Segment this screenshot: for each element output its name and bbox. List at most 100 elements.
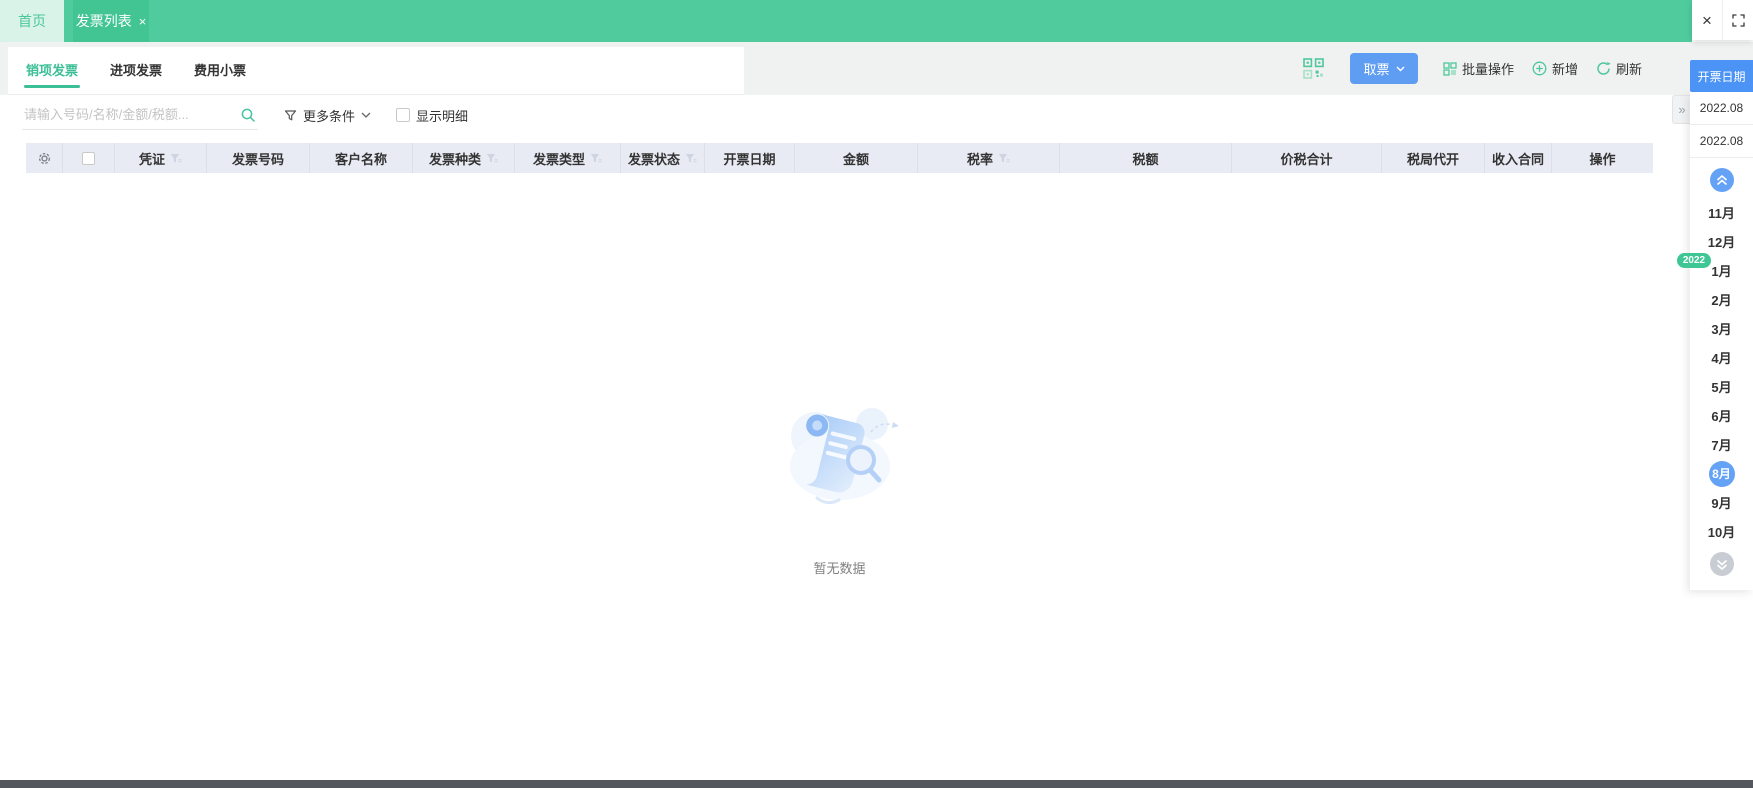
window-tab-invoice-list[interactable]: 发票列表 ×	[73, 0, 149, 42]
empty-illustration	[789, 408, 899, 505]
month-item[interactable]: 7月	[1690, 430, 1753, 459]
column-header-label: 凭证	[138, 151, 165, 167]
month-label: 2月	[1711, 293, 1732, 308]
qr-scan-button[interactable]	[1303, 58, 1324, 79]
column-header: 发票种类	[413, 143, 515, 173]
chevron-down-icon	[1396, 66, 1404, 71]
window-tab-home[interactable]: 首页	[0, 0, 64, 42]
column-header-label: 金额	[842, 151, 869, 167]
column-header: 税率	[918, 143, 1060, 173]
more-conditions-button[interactable]: 更多条件	[284, 95, 371, 135]
double-chevron-down-icon	[1716, 559, 1727, 570]
show-detail-toggle[interactable]: 显示明细	[396, 95, 468, 135]
month-item[interactable]: 8月	[1690, 459, 1753, 488]
column-header-label: 发票种类	[428, 151, 481, 167]
month-label: 12月	[1707, 235, 1736, 250]
table-header: 凭证 发票号码 客户名称 发票种类 发票类型 发票状态 开票日期 金额 税率 税额 价税合计 税局代开…	[26, 143, 1653, 173]
year-badge: 2022	[1677, 253, 1711, 268]
close-window-button[interactable]: ×	[1692, 0, 1722, 40]
chevron-down-icon	[361, 112, 371, 118]
select-all-cell[interactable]	[63, 143, 115, 173]
column-settings-cell[interactable]	[26, 143, 63, 173]
search-input[interactable]	[22, 101, 229, 122]
column-header: 客户名称	[310, 143, 413, 173]
column-header-label: 开票日期	[723, 151, 776, 167]
column-header-label: 收入合同	[1491, 151, 1544, 167]
filter-icon[interactable]	[685, 153, 697, 164]
qr-code-icon	[1303, 58, 1324, 79]
filter-icon[interactable]	[590, 153, 602, 164]
column-header-label: 操作	[1589, 151, 1616, 167]
scroll-down-button[interactable]	[1709, 552, 1734, 576]
month-label: 10月	[1707, 525, 1736, 540]
funnel-icon	[284, 109, 297, 120]
month-item[interactable]: 5月	[1690, 372, 1753, 401]
month-item[interactable]: 4月	[1690, 343, 1753, 372]
collapse-panel-handle[interactable]: »	[1672, 95, 1691, 124]
month-label: 3月	[1711, 322, 1732, 337]
filter-icon[interactable]	[998, 153, 1010, 164]
column-header: 税局代开	[1382, 143, 1485, 173]
month-item[interactable]: 1月 2022	[1677, 253, 1753, 285]
column-header: 发票号码	[207, 143, 310, 173]
month-item[interactable]: 10月	[1690, 517, 1753, 546]
fullscreen-icon	[1731, 13, 1745, 27]
column-header-label: 发票号码	[231, 151, 284, 167]
batch-operations-label: 批量操作	[1462, 62, 1515, 77]
tab-close-icon[interactable]: ×	[139, 15, 147, 28]
window-tab-label: 首页	[18, 13, 46, 29]
month-item[interactable]: 3月	[1690, 314, 1753, 343]
toolbar-strip: 销项发票 进项发票 费用小票 取票 批量操作 新增 刷新	[0, 42, 1753, 95]
window-controls: ×	[1692, 0, 1753, 40]
window-bottom-edge	[0, 780, 1753, 788]
month-label: 4月	[1711, 351, 1732, 366]
refresh-button[interactable]: 刷新	[1596, 59, 1642, 78]
fetch-invoice-button[interactable]: 取票	[1350, 53, 1418, 84]
column-header-label: 税额	[1132, 151, 1159, 167]
column-settings-icon[interactable]	[37, 151, 52, 166]
select-all-checkbox[interactable]	[82, 151, 95, 165]
month-label: 1月	[1711, 264, 1732, 279]
batch-operations-button[interactable]: 批量操作	[1443, 59, 1514, 78]
show-detail-checkbox[interactable]	[396, 108, 410, 122]
month-item[interactable]: 2月	[1690, 285, 1753, 314]
double-chevron-right-icon: »	[1678, 102, 1686, 117]
column-header: 操作	[1552, 143, 1653, 173]
scroll-up-button[interactable]	[1709, 168, 1734, 192]
invoice-date-label: 开票日期	[1697, 69, 1746, 84]
show-detail-label: 显示明细	[416, 108, 469, 124]
tab-expense-receipts[interactable]: 费用小票	[178, 47, 262, 95]
month-label: 11月	[1708, 206, 1735, 221]
refresh-icon	[1597, 61, 1611, 75]
month-label: 8月	[1708, 460, 1735, 487]
month-label: 6月	[1711, 409, 1732, 424]
add-new-label: 新增	[1552, 62, 1579, 77]
month-label: 5月	[1711, 380, 1732, 395]
month-list: 11月 12月 1月 2022 2月 3月 4月 5月 6月 7月 8月 9月 10月	[1677, 198, 1753, 546]
column-header: 凭证	[115, 143, 207, 173]
fullscreen-button[interactable]	[1722, 0, 1753, 40]
invoice-date-panel: 2022.08 2022.08 11月 12月 1月 2022 2月 3月 4月 5月 6月 7月…	[1677, 92, 1753, 590]
add-new-button[interactable]: 新增	[1532, 59, 1578, 78]
month-item[interactable]: 9月	[1690, 488, 1753, 517]
month-label: 9月	[1711, 496, 1732, 511]
column-header: 发票类型	[515, 143, 621, 173]
column-header: 税额	[1060, 143, 1232, 173]
empty-text: 暂无数据	[813, 561, 866, 576]
filter-icon[interactable]	[170, 153, 182, 164]
toolbar-actions: 取票 批量操作 新增 刷新	[1303, 42, 1651, 95]
month-item[interactable]: 11月	[1690, 198, 1753, 227]
filter-icon[interactable]	[486, 153, 498, 164]
invoice-date-button[interactable]: 开票日期	[1690, 60, 1753, 92]
month-item[interactable]: 6月	[1690, 401, 1753, 430]
date-from-field[interactable]: 2022.08	[1690, 92, 1753, 125]
month-label: 7月	[1711, 438, 1732, 453]
column-header-label: 客户名称	[334, 151, 387, 167]
search-icon[interactable]	[240, 107, 256, 128]
column-header: 收入合同	[1485, 143, 1552, 173]
tab-input-invoices[interactable]: 进项发票	[94, 47, 178, 95]
column-header-label: 税局代开	[1406, 151, 1459, 167]
date-to-field[interactable]: 2022.08	[1690, 125, 1753, 158]
tab-sales-invoices[interactable]: 销项发票	[10, 47, 94, 95]
month-item[interactable]: 12月	[1690, 227, 1753, 256]
